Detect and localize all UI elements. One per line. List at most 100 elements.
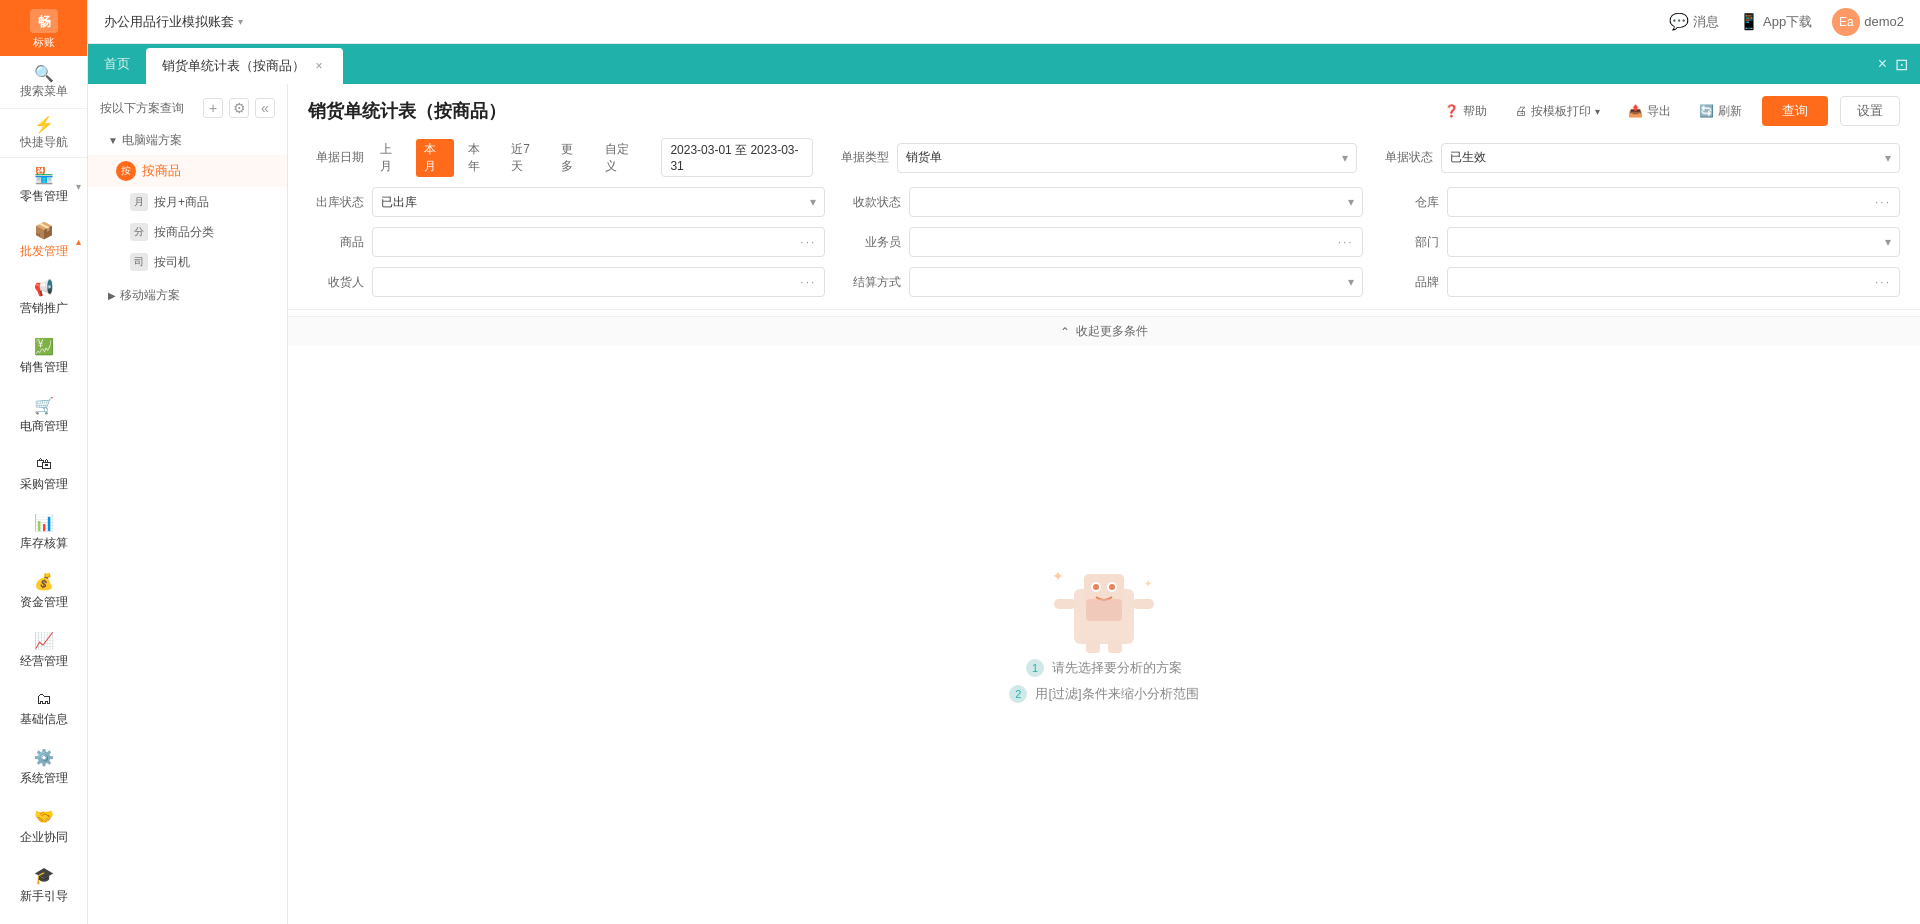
chevron-icon: ▴ xyxy=(76,235,81,246)
doc-status-control[interactable]: 已生效 ▾ xyxy=(1441,143,1900,173)
scheme-settings-btn[interactable]: ⚙ xyxy=(229,98,249,118)
app-logo: 畅 标账 xyxy=(0,0,88,56)
message-icon: 💬 xyxy=(1669,12,1689,31)
payment-status-control[interactable]: ▾ xyxy=(909,187,1362,217)
goods-label: 商品 xyxy=(308,234,372,251)
filter-row-4: 收货人 ··· 结算方式 ▾ 品牌 ··· xyxy=(308,267,1900,297)
sidebar-item-retail[interactable]: 🏪 零售管理 ▾ xyxy=(0,158,87,213)
window-expand-btn[interactable]: ⊡ xyxy=(1895,55,1908,74)
sidebar-label: 经营管理 xyxy=(20,653,68,670)
filter-row-1: 单据日期 上月 本月 本年 近7天 更多 自定义 2023-03-01 至 20… xyxy=(308,138,1900,177)
expand-icon: ▼ xyxy=(108,135,118,146)
collapse-up-icon: ⌃ xyxy=(1060,325,1070,339)
brand-control[interactable]: ··· xyxy=(1447,267,1900,297)
pc-section-group[interactable]: ▼ 电脑端方案 xyxy=(88,126,287,155)
panel-title: 按以下方案查询 xyxy=(100,100,184,117)
empty-illustration: ✦ ✦ xyxy=(1044,559,1164,659)
export-btn[interactable]: 📤 导出 xyxy=(1620,99,1679,124)
tree-sub-item-month-goods[interactable]: 月 按月+商品 xyxy=(88,187,287,217)
tab-actions: × ⊡ xyxy=(1878,55,1920,74)
goods-control[interactable]: ··· xyxy=(372,227,825,257)
warehouse-control[interactable]: ··· xyxy=(1447,187,1900,217)
sidebar-item-finance[interactable]: 💰 资金管理 xyxy=(0,562,87,621)
filter-wrapper: 单据日期 上月 本月 本年 近7天 更多 自定义 2023-03-01 至 20… xyxy=(288,126,1920,346)
date-tab-prev[interactable]: 上月 xyxy=(372,139,410,177)
sidebar-item-purchase[interactable]: 🛍 采购管理 xyxy=(0,445,87,503)
sidebar-label: 企业协同 xyxy=(20,829,68,846)
doc-type-control[interactable]: 销货单 ▾ xyxy=(897,143,1356,173)
date-label: 单据日期 xyxy=(308,149,372,166)
sidebar-quick-nav[interactable]: ⚡ 快捷导航 xyxy=(0,109,87,158)
sidebar-search[interactable]: 🔍 搜索菜单 xyxy=(0,56,87,109)
message-btn[interactable]: 💬 消息 xyxy=(1669,12,1719,31)
industry-label: 办公用品行业模拟账套 xyxy=(104,13,234,31)
filter-section: 单据日期 上月 本月 本年 近7天 更多 自定义 2023-03-01 至 20… xyxy=(288,126,1920,310)
date-tab-cur[interactable]: 本月 xyxy=(416,139,454,177)
sidebar-item-ecommerce[interactable]: 🛒 电商管理 xyxy=(0,386,87,445)
sidebar-label: 资金管理 xyxy=(20,594,68,611)
industry-dropdown[interactable]: 办公用品行业模拟账套 ▾ xyxy=(104,13,243,31)
sub-icon-month: 月 xyxy=(130,193,148,211)
panel-header: 按以下方案查询 + ⚙ « xyxy=(88,94,287,126)
sidebar-item-apps[interactable]: 🔲 应用中心 xyxy=(0,915,87,924)
page-title-bar: 销货单统计表（按商品） ❓ 帮助 🖨 按模板打印 ▾ 📤 导出 xyxy=(288,84,1920,126)
sidebar-label: 销售管理 xyxy=(20,359,68,376)
date-tab-week[interactable]: 近7天 xyxy=(503,139,547,177)
sidebar-label: 采购管理 xyxy=(20,476,68,493)
window-close-btn[interactable]: × xyxy=(1878,55,1887,73)
sub-icon-category: 分 xyxy=(130,223,148,241)
avatar: Ea xyxy=(1832,8,1860,36)
date-tab-more[interactable]: 更多 xyxy=(553,139,591,177)
sidebar-item-management[interactable]: 📈 经营管理 xyxy=(0,621,87,680)
panel-collapse-btn[interactable]: « xyxy=(255,98,275,118)
user-profile[interactable]: Ea demo2 xyxy=(1832,8,1904,36)
sidebar-item-guide[interactable]: 🎓 新手引导 xyxy=(0,856,87,915)
sidebar-item-sales[interactable]: 💹 销售管理 xyxy=(0,327,87,386)
sidebar-label: 零售管理 xyxy=(20,188,68,205)
sub-icon-driver: 司 xyxy=(130,253,148,271)
svg-text:✦: ✦ xyxy=(1144,578,1152,589)
warehouse-dots-icon: ··· xyxy=(1875,195,1891,209)
date-tab-custom[interactable]: 自定义 xyxy=(597,139,646,177)
date-range-display[interactable]: 2023-03-01 至 2023-03-31 xyxy=(661,138,813,177)
collapse-filters-btn[interactable]: ⌃ 收起更多条件 xyxy=(288,316,1920,346)
print-icon: 🖨 xyxy=(1515,104,1527,118)
tab-close-btn[interactable]: × xyxy=(311,58,327,74)
salesman-dots-icon: ··· xyxy=(1338,235,1354,249)
panel-header-icons: + ⚙ « xyxy=(203,98,275,118)
right-panel: 销货单统计表（按商品） ❓ 帮助 🖨 按模板打印 ▾ 📤 导出 xyxy=(288,84,1920,924)
doc-type-label: 单据类型 xyxy=(833,149,897,166)
app-download-btn[interactable]: 📱 App下载 xyxy=(1739,12,1812,31)
tree-item-by-goods[interactable]: 按 按商品 xyxy=(88,155,287,187)
tab-home[interactable]: 首页 xyxy=(88,44,146,84)
sidebar-item-basic[interactable]: 🗂 基础信息 xyxy=(0,680,87,738)
tree-sub-item-driver[interactable]: 司 按司机 xyxy=(88,247,287,277)
department-control[interactable]: ▾ xyxy=(1447,227,1900,257)
sidebar-item-wholesale[interactable]: 📦 批发管理 ▴ xyxy=(0,213,87,268)
tree-sub-item-category[interactable]: 分 按商品分类 xyxy=(88,217,287,247)
payment-status-label: 收款状态 xyxy=(845,194,909,211)
tab-bar: 首页 销货单统计表（按商品） × × ⊡ xyxy=(88,44,1920,84)
setting-button[interactable]: 设置 xyxy=(1840,96,1900,126)
settlement-control[interactable]: ▾ xyxy=(909,267,1362,297)
help-btn[interactable]: ❓ 帮助 xyxy=(1436,99,1495,124)
add-scheme-btn[interactable]: + xyxy=(203,98,223,118)
sidebar-item-cooperation[interactable]: 🤝 企业协同 xyxy=(0,797,87,856)
date-tab-year[interactable]: 本年 xyxy=(460,139,498,177)
sidebar-item-inventory[interactable]: 📊 库存核算 xyxy=(0,503,87,562)
sidebar-item-system[interactable]: ⚙️ 系统管理 xyxy=(0,738,87,797)
sidebar: 畅 标账 🔍 搜索菜单 ⚡ 快捷导航 🏪 零售管理 ▾ 📦 批发管理 ▴ 📢 营… xyxy=(0,0,88,924)
mobile-section-group[interactable]: ▶ 移动端方案 xyxy=(88,281,287,310)
refresh-btn[interactable]: 🔄 刷新 xyxy=(1691,99,1750,124)
print-btn[interactable]: 🖨 按模板打印 ▾ xyxy=(1507,99,1608,124)
sidebar-item-marketing[interactable]: 📢 营销推广 xyxy=(0,268,87,327)
stock-status-control[interactable]: 已出库 ▾ xyxy=(372,187,825,217)
dropdown-arrow-icon: ▾ xyxy=(1342,151,1348,165)
tab-sales-report[interactable]: 销货单统计表（按商品） × xyxy=(146,48,343,84)
download-icon: 📱 xyxy=(1739,12,1759,31)
recipient-control[interactable]: ··· xyxy=(372,267,825,297)
print-dropdown-icon: ▾ xyxy=(1595,106,1600,117)
query-button[interactable]: 查询 xyxy=(1762,96,1828,126)
svg-rect-10 xyxy=(1086,641,1100,653)
salesman-control[interactable]: ··· xyxy=(909,227,1362,257)
